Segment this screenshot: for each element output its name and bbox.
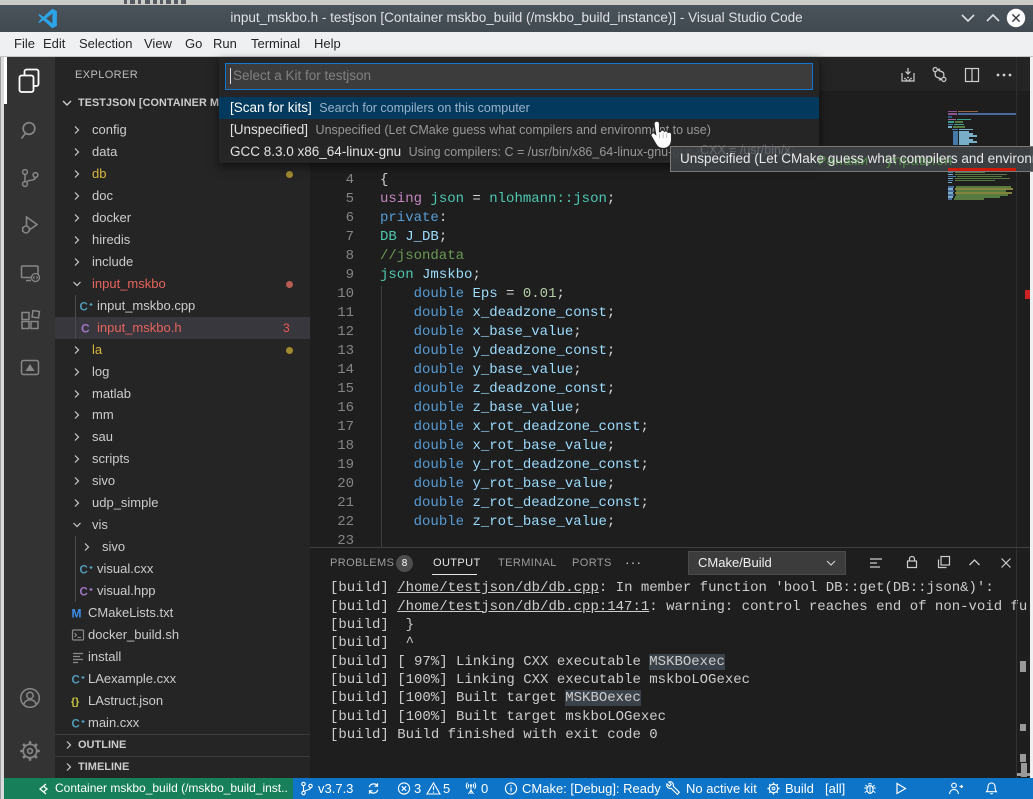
svg-text:C: C [72,719,80,731]
svg-text:C: C [80,587,88,599]
svg-text:C: C [81,322,90,336]
svg-text:C: C [72,675,80,687]
svg-text:C: C [80,565,88,577]
svg-text:C: C [80,302,88,314]
svg-text:{}: {} [71,696,79,708]
svg-text:M: M [72,607,82,621]
